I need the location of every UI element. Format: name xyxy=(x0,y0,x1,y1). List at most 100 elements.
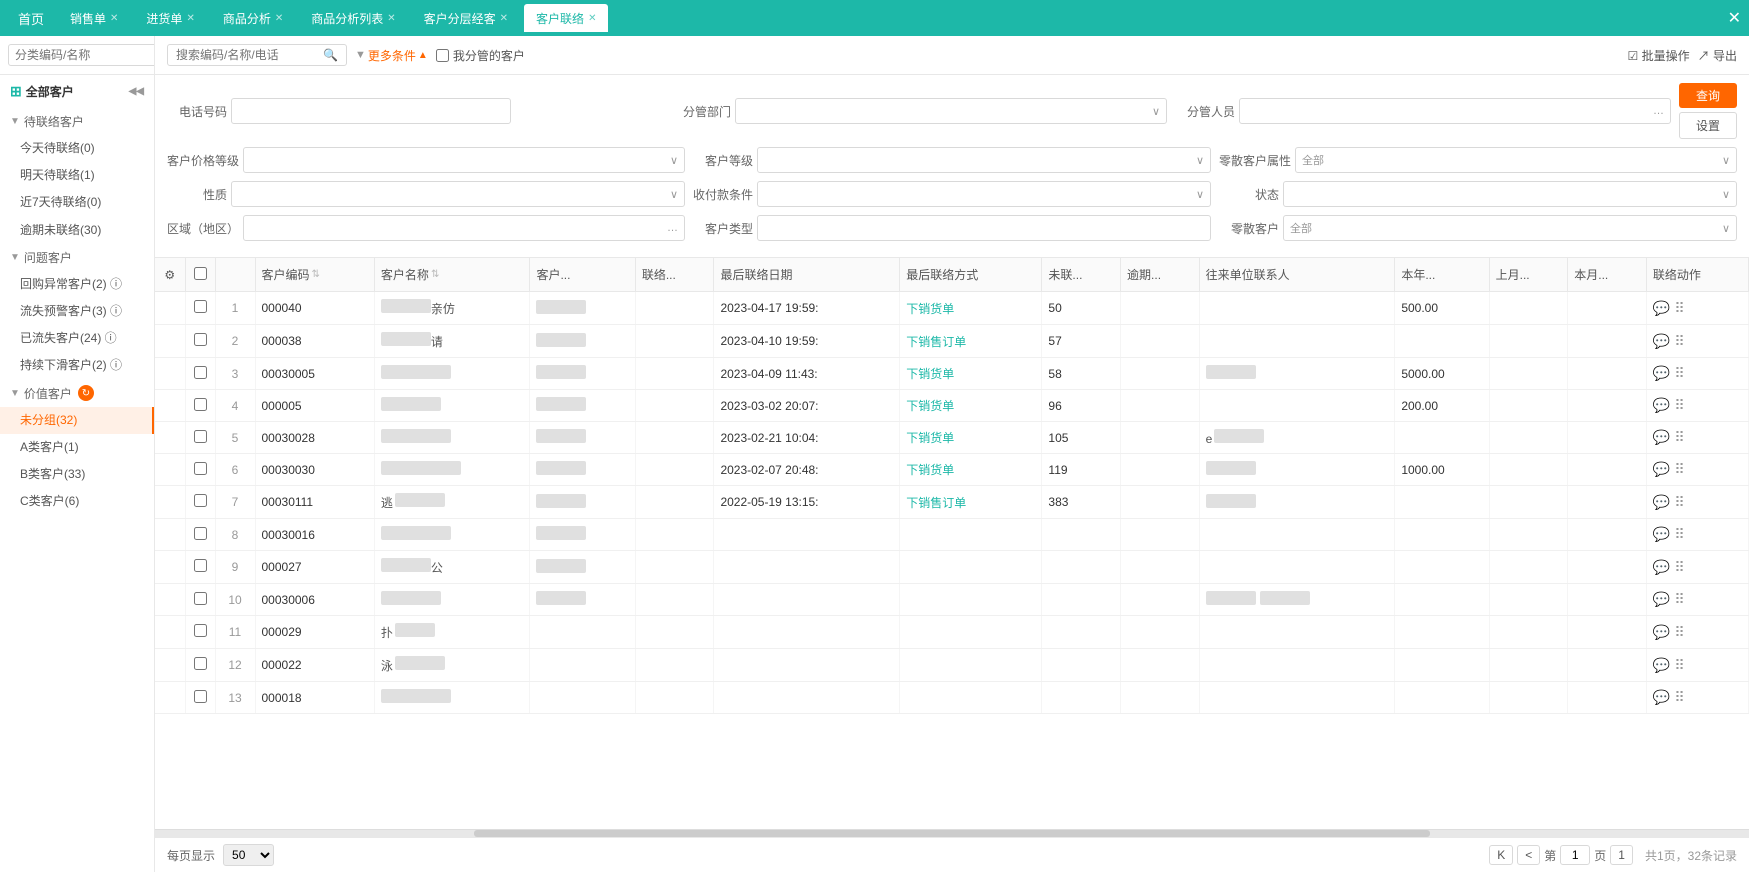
chat-icon[interactable]: 💬 xyxy=(1653,461,1670,478)
more-icon[interactable]: ⠿ xyxy=(1674,526,1684,543)
reset-button[interactable]: 设置 xyxy=(1679,112,1737,139)
first-page-button[interactable]: K xyxy=(1489,845,1513,865)
gender-select[interactable]: ∨ xyxy=(231,181,685,207)
filter-search-input[interactable] xyxy=(176,48,319,62)
chat-icon[interactable]: 💬 xyxy=(1653,689,1670,706)
more-icon[interactable]: ⠿ xyxy=(1674,657,1684,674)
retail-customer-select[interactable]: 全部 ∨ xyxy=(1283,215,1737,241)
name-col-header[interactable]: 客户名称 ⇅ xyxy=(374,258,530,292)
product-analysis-tab[interactable]: 商品分析 ✕ xyxy=(211,4,295,32)
code-col-header[interactable]: 客户编码 ⇅ xyxy=(255,258,374,292)
purchase-tab[interactable]: 进货单 ✕ xyxy=(134,4,206,32)
row-checkbox[interactable] xyxy=(194,300,207,313)
next-page-button[interactable]: 1 xyxy=(1610,845,1633,865)
export-btn[interactable]: ↗ 导出 xyxy=(1698,47,1737,64)
unlink-col-header[interactable]: 未联... xyxy=(1042,258,1121,292)
close-segment-tab[interactable]: ✕ xyxy=(500,13,508,24)
row-checkbox[interactable] xyxy=(194,690,207,703)
overdue-col-header[interactable]: 逾期... xyxy=(1121,258,1200,292)
this-year-col-header[interactable]: 本年... xyxy=(1395,258,1489,292)
more-icon[interactable]: ⠿ xyxy=(1674,461,1684,478)
row-checkbox[interactable] xyxy=(194,592,207,605)
customer-level-select[interactable]: ∨ xyxy=(757,147,1211,173)
row-checkbox[interactable] xyxy=(194,527,207,540)
chat-icon[interactable]: 💬 xyxy=(1653,397,1670,414)
unit-contact-col-header[interactable]: 往来单位联系人 xyxy=(1199,258,1395,292)
chat-icon[interactable]: 💬 xyxy=(1653,494,1670,511)
value-customers-group[interactable]: ▼ 价值客户 ↻ xyxy=(0,380,154,407)
region-select[interactable]: … xyxy=(243,215,685,241)
churn-warning-item[interactable]: 流失预警客户(3) ⓘ xyxy=(0,298,154,325)
row-checkbox[interactable] xyxy=(194,559,207,572)
row-checkbox[interactable] xyxy=(194,333,207,346)
row-checkbox[interactable] xyxy=(194,657,207,670)
retail-attr-select[interactable]: 全部 ∨ xyxy=(1295,147,1737,173)
product-analysis-list-tab[interactable]: 商品分析列表 ✕ xyxy=(299,4,407,32)
my-customers-filter[interactable]: 我分管的客户 xyxy=(436,47,525,64)
more-icon[interactable]: ⠿ xyxy=(1674,429,1684,446)
select-all-checkbox[interactable] xyxy=(194,267,207,280)
chat-icon[interactable]: 💬 xyxy=(1653,624,1670,641)
close-purchase-tab[interactable]: ✕ xyxy=(186,13,194,24)
row-checkbox[interactable] xyxy=(194,494,207,507)
close-analysis-tab[interactable]: ✕ xyxy=(275,13,283,24)
chat-icon[interactable]: 💬 xyxy=(1653,526,1670,543)
query-button[interactable]: 查询 xyxy=(1679,83,1737,108)
more-icon[interactable]: ⠿ xyxy=(1674,333,1684,350)
close-analysis-list-tab[interactable]: ✕ xyxy=(387,13,395,24)
row-checkbox[interactable] xyxy=(194,624,207,637)
chat-icon[interactable]: 💬 xyxy=(1653,591,1670,608)
ungroup-item[interactable]: 未分组(32) xyxy=(0,407,154,434)
tomorrow-pending-item[interactable]: 明天待联络(1) xyxy=(0,162,154,189)
last-date-col-header[interactable]: 最后联络日期 xyxy=(714,258,900,292)
overdue-pending-item[interactable]: 逾期未联络(30) xyxy=(0,217,154,244)
churned-item[interactable]: 已流失客户(24) ⓘ xyxy=(0,325,154,352)
more-icon[interactable]: ⠿ xyxy=(1674,689,1684,706)
customer-type-select[interactable] xyxy=(757,215,1211,241)
chat-icon[interactable]: 💬 xyxy=(1653,333,1670,350)
settings-col-header[interactable]: ⚙ xyxy=(155,258,185,292)
close-contact-tab[interactable]: ✕ xyxy=(588,13,596,24)
row-checkbox[interactable] xyxy=(194,430,207,443)
payment-select[interactable]: ∨ xyxy=(757,181,1211,207)
declining-item[interactable]: 持续下滑客户(2) ⓘ xyxy=(0,352,154,379)
more-icon[interactable]: ⠿ xyxy=(1674,397,1684,414)
sales-tab[interactable]: 销售单 ✕ xyxy=(58,4,130,32)
pending-contact-group[interactable]: ▼ 待联络客户 xyxy=(0,108,154,135)
my-customers-checkbox[interactable] xyxy=(436,49,449,62)
chat-icon[interactable]: 💬 xyxy=(1653,559,1670,576)
price-level-select[interactable]: ∨ xyxy=(243,147,685,173)
scrollbar-thumb[interactable] xyxy=(474,830,1430,837)
week-pending-item[interactable]: 近7天待联络(0) xyxy=(0,189,154,216)
home-tab[interactable]: 首页 xyxy=(8,9,54,28)
horizontal-scrollbar[interactable] xyxy=(155,829,1749,837)
last-way-link[interactable]: 下销货单 xyxy=(906,302,954,316)
class-a-item[interactable]: A类客户(1) xyxy=(0,434,154,461)
phone-input[interactable] xyxy=(231,98,511,124)
more-icon[interactable]: ⠿ xyxy=(1674,365,1684,382)
close-sales-tab[interactable]: ✕ xyxy=(110,13,118,24)
customer-contact-tab[interactable]: 客户联络 ✕ xyxy=(524,4,608,32)
last-way-link[interactable]: 下销售订单 xyxy=(906,335,966,349)
this-month-col-header[interactable]: 本月... xyxy=(1568,258,1647,292)
cat-col-header[interactable]: 客户... xyxy=(530,258,635,292)
last-way-link[interactable]: 下销货单 xyxy=(906,399,954,413)
more-icon[interactable]: ⠿ xyxy=(1674,494,1684,511)
contact-col-header[interactable]: 联络... xyxy=(635,258,714,292)
last-month-col-header[interactable]: 上月... xyxy=(1489,258,1568,292)
row-checkbox[interactable] xyxy=(194,398,207,411)
more-icon[interactable]: ⠿ xyxy=(1674,591,1684,608)
status-select[interactable]: ∨ xyxy=(1283,181,1737,207)
filter-search-icon[interactable]: 🔍 xyxy=(323,48,338,62)
last-way-link[interactable]: 下销售订单 xyxy=(906,496,966,510)
chat-icon[interactable]: 💬 xyxy=(1653,657,1670,674)
chat-icon[interactable]: 💬 xyxy=(1653,300,1670,317)
row-checkbox[interactable] xyxy=(194,462,207,475)
close-all-tabs[interactable]: ✕ xyxy=(1728,8,1741,28)
abnormal-repurchase-item[interactable]: 回购异常客户(2) ⓘ xyxy=(0,271,154,298)
today-pending-item[interactable]: 今天待联络(0) xyxy=(0,135,154,162)
last-way-link[interactable]: 下销货单 xyxy=(906,367,954,381)
chat-icon[interactable]: 💬 xyxy=(1653,429,1670,446)
current-page-input[interactable] xyxy=(1560,845,1590,865)
row-checkbox[interactable] xyxy=(194,366,207,379)
